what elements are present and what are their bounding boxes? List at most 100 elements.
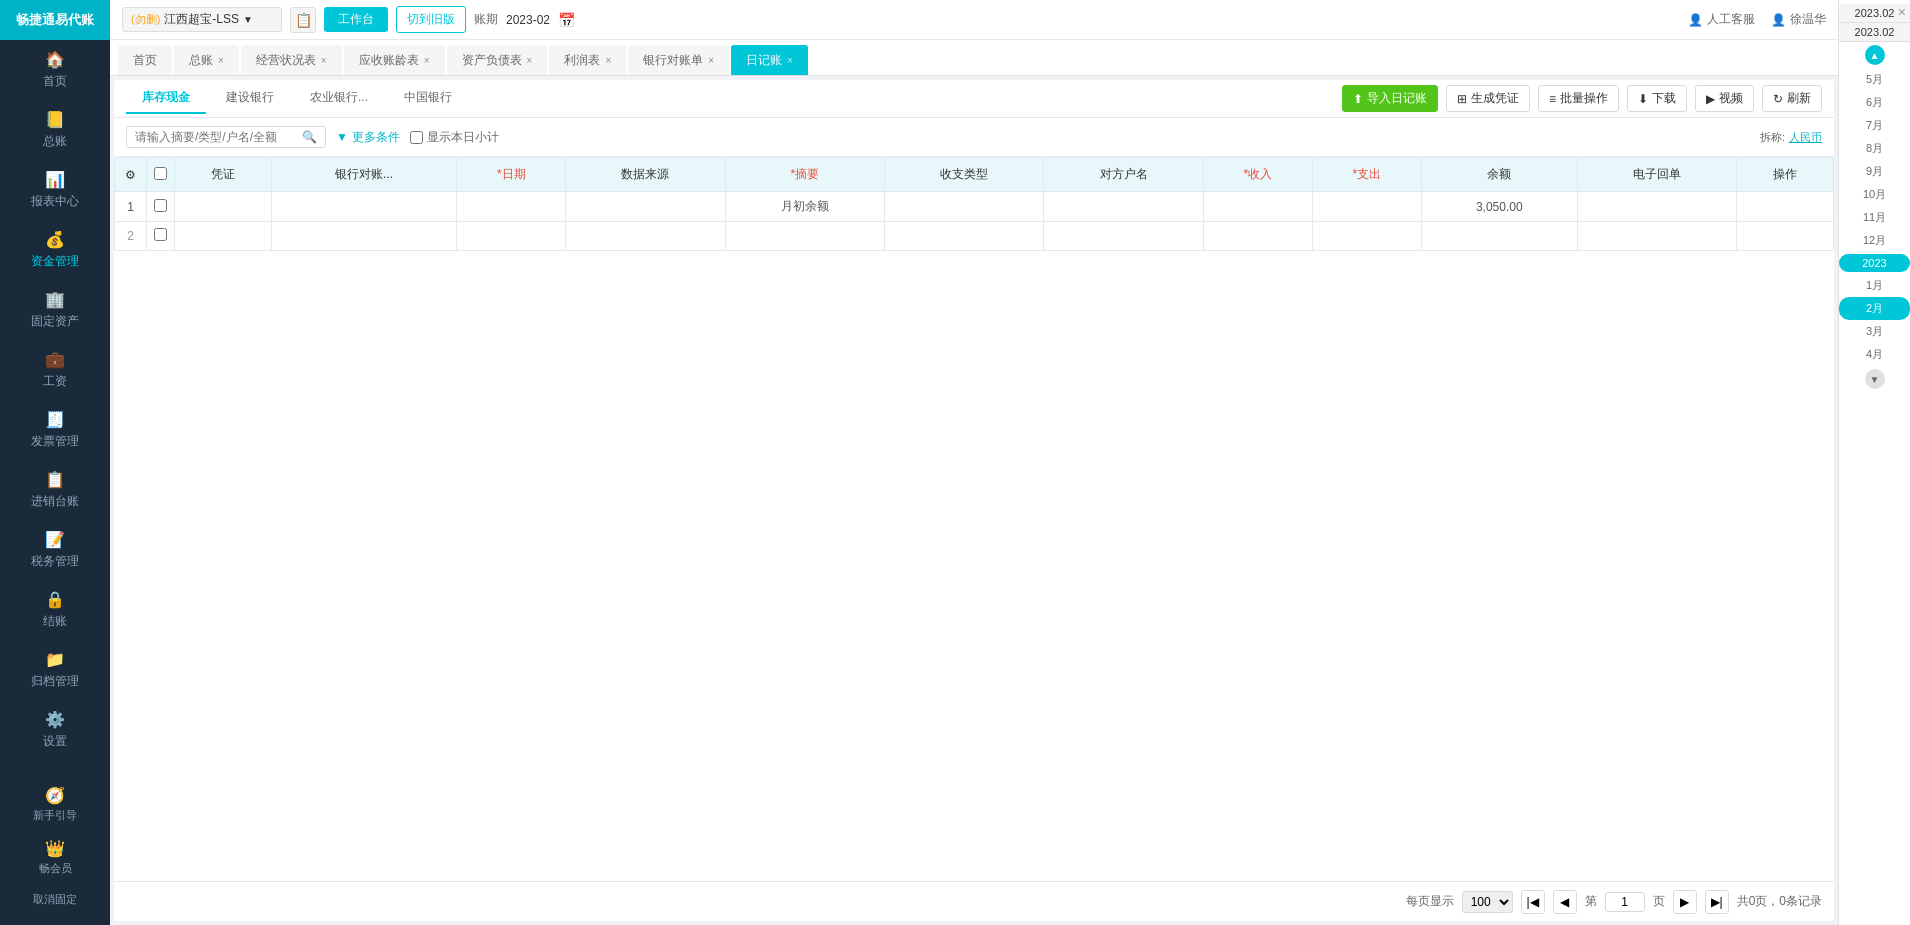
col-date: *日期	[457, 158, 566, 192]
show-today-checkbox-label[interactable]: 显示本日小计	[410, 129, 499, 146]
sidebar-collapse[interactable]: 取消固定	[0, 884, 110, 915]
sidebar-item-salary[interactable]: 💼 工资	[0, 340, 110, 400]
company-name: 江西超宝-LSS	[164, 11, 239, 28]
sidebar-item-purchase-sale[interactable]: 📋 进销台账	[0, 460, 110, 520]
month-3[interactable]: 3月	[1839, 320, 1910, 343]
row-checkbox[interactable]	[154, 199, 167, 212]
first-page-button[interactable]: |◀	[1521, 890, 1545, 914]
customer-service[interactable]: 👤 人工客服	[1688, 11, 1755, 28]
company-selector[interactable]: (勿删) 江西超宝-LSS ▼	[122, 7, 282, 32]
month-7[interactable]: 7月	[1839, 114, 1910, 137]
scroll-down-button[interactable]: ▼	[1865, 369, 1885, 389]
month-5[interactable]: 5月	[1839, 68, 1910, 91]
col-settings[interactable]: ⚙	[115, 158, 147, 192]
account-subtabs: 库存现金 建设银行 农业银行... 中国银行 ⬆ 导入日记账 ⊞ 生成凭证 ≡ …	[114, 80, 1834, 118]
col-balance: 余额	[1421, 158, 1577, 192]
subtab-cash[interactable]: 库存现金	[126, 83, 206, 114]
month-2[interactable]: 2月	[1839, 297, 1910, 320]
tab-label: 日记账	[746, 52, 782, 69]
year-2023-header[interactable]: 2023	[1839, 254, 1910, 272]
subtab-construction[interactable]: 建设银行	[210, 83, 290, 114]
month-4[interactable]: 4月	[1839, 343, 1910, 366]
sidebar-item-label: 税务管理	[31, 553, 79, 570]
workbench-button[interactable]: 工作台	[324, 7, 388, 32]
sidebar-item-home[interactable]: 🏠 首页	[0, 40, 110, 100]
show-today-checkbox[interactable]	[410, 131, 423, 144]
row-counterpart	[1044, 192, 1203, 222]
tab-ledger[interactable]: 总账 ×	[174, 45, 239, 75]
tab-journal[interactable]: 日记账 ×	[731, 45, 808, 75]
tab-close-icon[interactable]: ×	[424, 55, 430, 66]
journal-table: ⚙ 凭证 银行对账... *日期 数据来源 *摘要 收支类型 对方户名 *收入 …	[114, 157, 1834, 251]
currency-value[interactable]: 人民币	[1789, 130, 1822, 145]
tab-close-icon[interactable]: ×	[321, 55, 327, 66]
month-10[interactable]: 10月	[1839, 183, 1910, 206]
month-11[interactable]: 11月	[1839, 206, 1910, 229]
refresh-button[interactable]: ↻ 刷新	[1762, 85, 1822, 112]
tab-business[interactable]: 经营状况表 ×	[241, 45, 342, 75]
col-data-source: 数据来源	[566, 158, 725, 192]
row-voucher	[175, 192, 272, 222]
old-version-button[interactable]: 切到旧版	[396, 6, 466, 33]
tab-profit[interactable]: 利润表 ×	[549, 45, 626, 75]
sidebar-item-ledger[interactable]: 📒 总账	[0, 100, 110, 160]
table-row: 2	[115, 222, 1834, 251]
month-1[interactable]: 1月	[1839, 274, 1910, 297]
month-12[interactable]: 12月	[1839, 229, 1910, 252]
calendar-icon[interactable]: 📅	[558, 12, 575, 28]
tab-close-icon[interactable]: ×	[787, 55, 793, 66]
page-number-input[interactable]	[1605, 892, 1645, 912]
video-button[interactable]: ▶ 视频	[1695, 85, 1754, 112]
sidebar-item-finance[interactable]: 💰 资金管理	[0, 220, 110, 280]
month-6[interactable]: 6月	[1839, 91, 1910, 114]
import-journal-button[interactable]: ⬆ 导入日记账	[1342, 85, 1438, 112]
select-all-checkbox[interactable]	[154, 167, 167, 180]
tab-close-icon[interactable]: ×	[218, 55, 224, 66]
col-check[interactable]	[147, 158, 175, 192]
prev-page-button[interactable]: ◀	[1553, 890, 1577, 914]
sidebar-item-tax[interactable]: 📝 税务管理	[0, 520, 110, 580]
next-page-button[interactable]: ▶	[1673, 890, 1697, 914]
per-page-label: 每页显示	[1406, 893, 1454, 910]
row-checkbox[interactable]	[154, 228, 167, 241]
month-8[interactable]: 8月	[1839, 137, 1910, 160]
total-info: 共0页，0条记录	[1737, 893, 1822, 910]
sidebar-item-guide[interactable]: 🧭 新手引导	[0, 778, 110, 831]
fixed-assets-icon: 🏢	[45, 290, 65, 309]
sidebar-item-fixed-assets[interactable]: 🏢 固定资产	[0, 280, 110, 340]
subtab-agriculture[interactable]: 农业银行...	[294, 83, 384, 114]
tab-assets[interactable]: 资产负债表 ×	[447, 45, 548, 75]
batch-op-button[interactable]: ≡ 批量操作	[1538, 85, 1619, 112]
sidebar-item-invoice[interactable]: 🧾 发票管理	[0, 400, 110, 460]
per-page-select[interactable]: 100 50 200	[1462, 891, 1513, 913]
sidebar-item-archive[interactable]: 📁 归档管理	[0, 640, 110, 700]
tab-home[interactable]: 首页	[118, 45, 172, 75]
scroll-up-button[interactable]: ▲	[1865, 45, 1885, 65]
row-check[interactable]	[147, 192, 175, 222]
sidebar-item-close[interactable]: 🔒 结账	[0, 580, 110, 640]
tab-bank-reconcile[interactable]: 银行对账单 ×	[628, 45, 729, 75]
sidebar-item-settings[interactable]: ⚙️ 设置	[0, 700, 110, 760]
sidebar-item-label: 工资	[43, 373, 67, 390]
user-profile[interactable]: 👤 徐温华	[1771, 11, 1826, 28]
tab-receivable[interactable]: 应收账龄表 ×	[344, 45, 445, 75]
date-panel-close[interactable]: ×	[1898, 4, 1906, 20]
sidebar-item-member[interactable]: 👑 畅会员	[0, 831, 110, 884]
filter-icon: ▼	[336, 130, 348, 144]
search-input[interactable]	[135, 130, 296, 144]
sidebar: 畅捷通易代账 🏠 首页 📒 总账 📊 报表中心 💰 资金管理 🏢 固定资产 💼 …	[0, 0, 110, 925]
sidebar-item-reports[interactable]: 📊 报表中心	[0, 160, 110, 220]
month-9[interactable]: 9月	[1839, 160, 1910, 183]
col-e-bill: 电子回单	[1577, 158, 1736, 192]
more-filter-button[interactable]: ▼ 更多条件	[336, 129, 400, 146]
copy-button[interactable]: 📋	[290, 7, 316, 33]
row-check[interactable]	[147, 222, 175, 251]
download-button[interactable]: ⬇ 下载	[1627, 85, 1687, 112]
generate-voucher-button[interactable]: ⊞ 生成凭证	[1446, 85, 1530, 112]
subtab-china[interactable]: 中国银行	[388, 83, 468, 114]
tab-close-icon[interactable]: ×	[605, 55, 611, 66]
row-e-bill	[1577, 192, 1736, 222]
last-page-button[interactable]: ▶|	[1705, 890, 1729, 914]
tab-close-icon[interactable]: ×	[527, 55, 533, 66]
tab-close-icon[interactable]: ×	[708, 55, 714, 66]
